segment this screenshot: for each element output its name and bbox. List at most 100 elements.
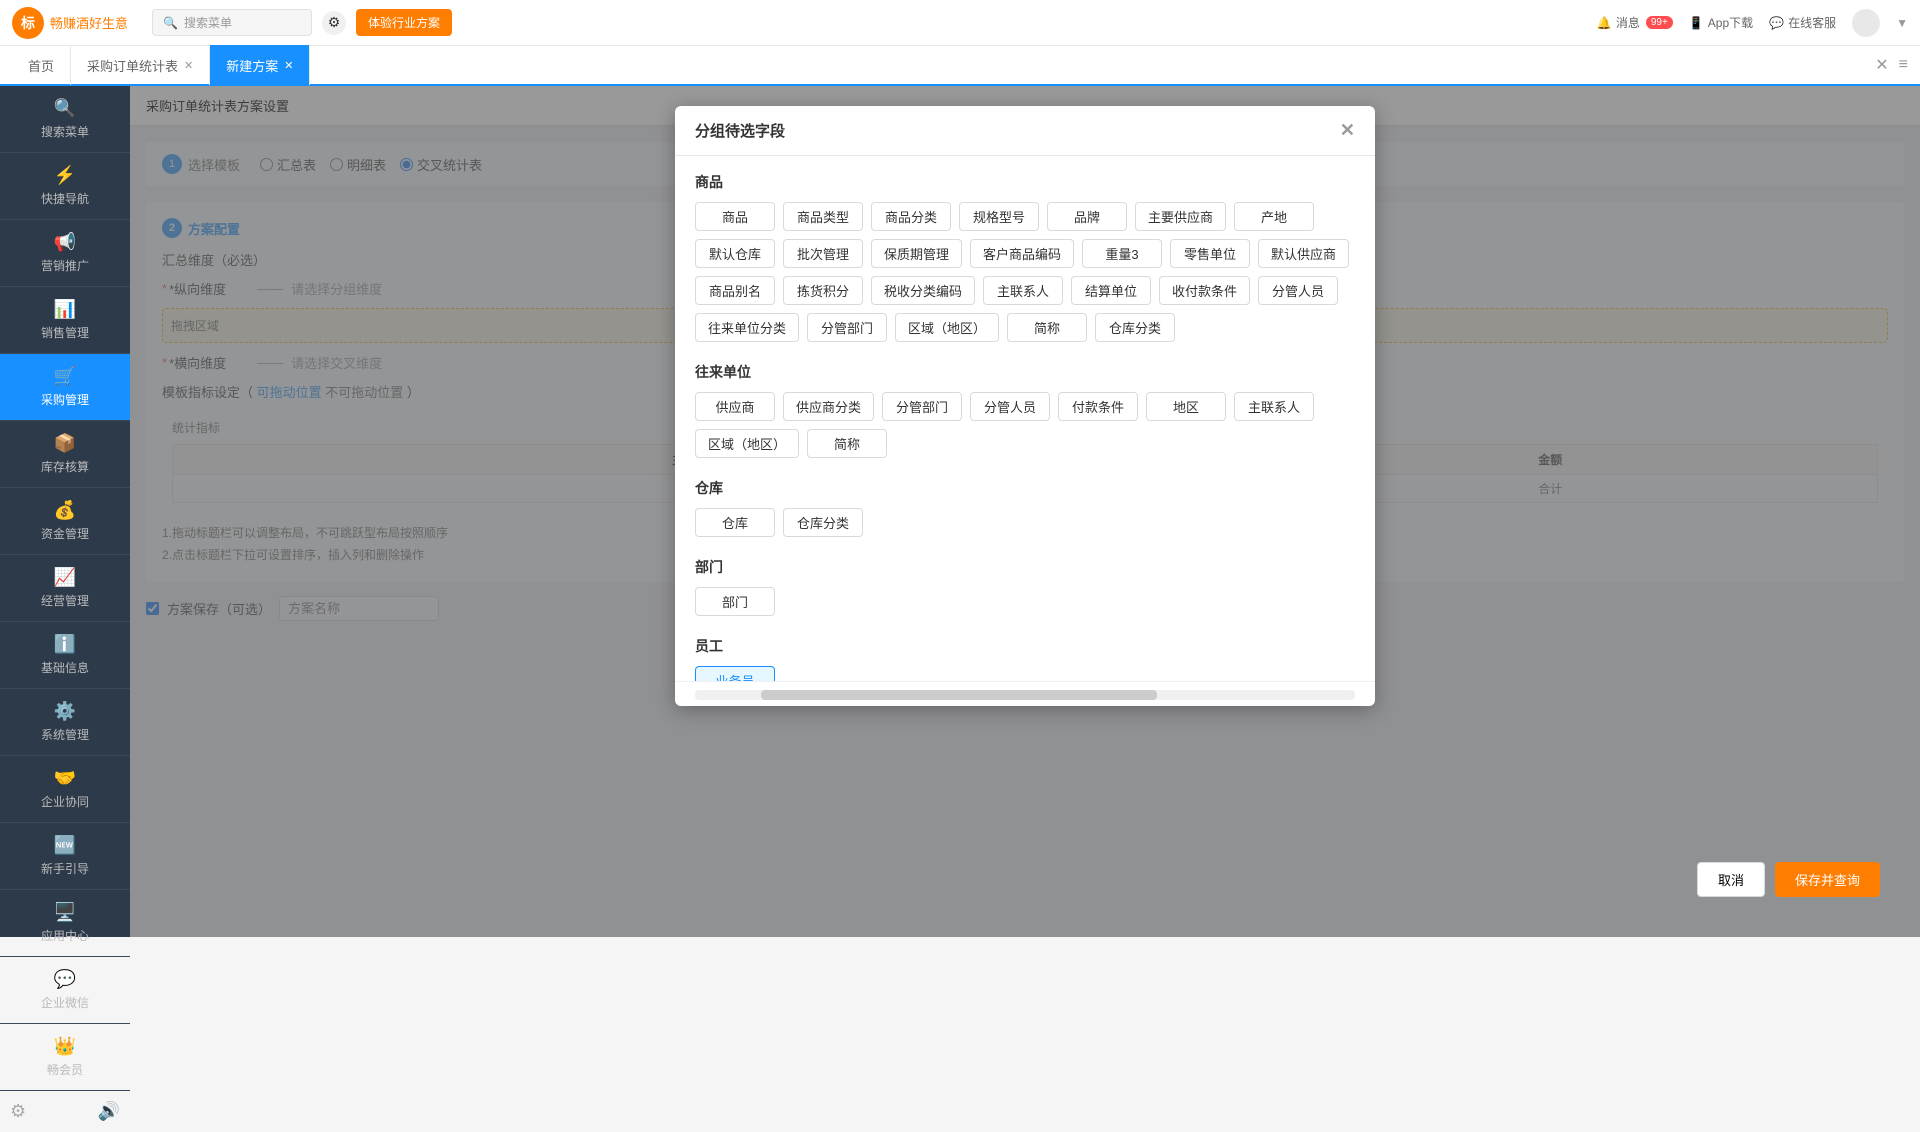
sidebar-item-marketing[interactable]: 📢 营销推广	[0, 220, 130, 287]
sidebar-item-basic[interactable]: ℹ️ 基础信息	[0, 622, 130, 689]
sidebar-item-newuser[interactable]: 🆕 新手引导	[0, 823, 130, 890]
sidebar-item-sales[interactable]: 📊 销售管理	[0, 287, 130, 354]
sidebar-item-quicknav[interactable]: ⚡ 快捷导航	[0, 153, 130, 220]
field-origin[interactable]: 产地	[1234, 202, 1314, 231]
service-icon: 💬	[1769, 16, 1784, 30]
tab-purchase-stats-close[interactable]: ✕	[184, 59, 193, 72]
field-alias[interactable]: 商品别名	[695, 276, 775, 305]
field-settle-unit[interactable]: 结算单位	[1071, 276, 1151, 305]
cancel-button[interactable]: 取消	[1697, 862, 1765, 897]
field-pick-points[interactable]: 拣货积分	[783, 276, 863, 305]
experience-btn[interactable]: 体验行业方案	[356, 9, 452, 36]
section-employee-title: 员工	[695, 636, 1355, 656]
sidebar-volume-icon[interactable]: 🔊	[98, 1101, 120, 1122]
sidebar-item-operation[interactable]: 📈 经营管理	[0, 555, 130, 622]
field-batch-mgmt[interactable]: 批次管理	[783, 239, 863, 268]
field-area[interactable]: 地区	[1146, 392, 1226, 421]
tab-close-all-icon[interactable]: ✕	[1875, 55, 1888, 75]
sidebar-item-search[interactable]: 🔍 搜索菜单	[0, 86, 130, 153]
field-weight[interactable]: 重量3	[1082, 239, 1162, 268]
sidebar-item-appcenter[interactable]: 🖥️ 应用中心	[0, 890, 130, 957]
modal-close-btn[interactable]: ✕	[1340, 120, 1355, 141]
field-manager[interactable]: 分管人员	[1258, 276, 1338, 305]
field-main-supplier[interactable]: 主要供应商	[1135, 202, 1226, 231]
field-department[interactable]: 部门	[695, 587, 775, 616]
field-dept[interactable]: 分管部门	[807, 313, 887, 342]
tab-purchase-stats[interactable]: 采购订单统计表 ✕	[71, 45, 210, 85]
sidebar-item-finance[interactable]: 💰 资金管理	[0, 488, 130, 555]
field-goods-category[interactable]: 商品分类	[871, 202, 951, 231]
sidebar-item-member[interactable]: 👑 畅会员	[0, 1024, 130, 1091]
field-brand[interactable]: 品牌	[1047, 202, 1127, 231]
field-main-contact2[interactable]: 主联系人	[1234, 392, 1314, 421]
field-partner-category[interactable]: 往来单位分类	[695, 313, 799, 342]
main-layout: 🔍 搜索菜单 ⚡ 快捷导航 📢 营销推广 📊 销售管理 🛒 采购管理 📦 库存核…	[0, 86, 1920, 937]
app-download-btn[interactable]: 📱 App下载	[1689, 14, 1753, 31]
field-payment-terms[interactable]: 收付款条件	[1159, 276, 1250, 305]
field-abbr2[interactable]: 简称	[807, 429, 887, 458]
sidebar-item-system[interactable]: ⚙️ 系统管理	[0, 689, 130, 756]
field-abbr[interactable]: 简称	[1007, 313, 1087, 342]
field-region[interactable]: 区域（地区）	[895, 313, 999, 342]
section-department: 部门 部门	[695, 557, 1355, 616]
settings-icon[interactable]: ⚙	[322, 11, 346, 35]
field-warehouse-cat[interactable]: 仓库分类	[1095, 313, 1175, 342]
message-label: 消息	[1616, 14, 1640, 31]
field-wh[interactable]: 仓库	[695, 508, 775, 537]
field-salesperson[interactable]: 业务员	[695, 666, 775, 681]
h-scrollbar[interactable]	[695, 690, 1355, 700]
sidebar-wechat-label: 企业微信	[41, 994, 89, 1011]
field-supplier-cat[interactable]: 供应商分类	[783, 392, 874, 421]
modal-footer: 取消 保存并查询	[1697, 862, 1880, 897]
field-partner-dept[interactable]: 分管部门	[882, 392, 962, 421]
field-pay-terms[interactable]: 付款条件	[1058, 392, 1138, 421]
tab-home-label: 首页	[28, 56, 54, 75]
sidebar-settings-icon[interactable]: ⚙	[10, 1101, 26, 1122]
sidebar-item-collab[interactable]: 🤝 企业协同	[0, 756, 130, 823]
search-bar[interactable]: 🔍 搜索菜单	[152, 9, 312, 36]
app-icon: 📱	[1689, 16, 1704, 30]
tab-new-scheme-close[interactable]: ✕	[284, 59, 293, 72]
message-icon: 🔔	[1597, 16, 1612, 30]
sidebar-basic-label: 基础信息	[41, 659, 89, 676]
tab-new-scheme[interactable]: 新建方案 ✕	[210, 45, 310, 85]
section-warehouse-title: 仓库	[695, 478, 1355, 498]
field-spec-model[interactable]: 规格型号	[959, 202, 1039, 231]
tab-home[interactable]: 首页	[12, 45, 71, 85]
field-goods[interactable]: 商品	[695, 202, 775, 231]
field-region2[interactable]: 区域（地区）	[695, 429, 799, 458]
modal: 分组待选字段 ✕ 商品 商品 商品类型 商品分类 规格型号 品牌 主要供应商	[675, 106, 1375, 706]
sidebar-item-wechat[interactable]: 💬 企业微信	[0, 957, 130, 1024]
sidebar-item-inventory[interactable]: 📦 库存核算	[0, 421, 130, 488]
modal-body[interactable]: 商品 商品 商品类型 商品分类 规格型号 品牌 主要供应商 产地 默认仓库 批次…	[675, 156, 1375, 681]
user-menu-icon[interactable]: ▼	[1896, 16, 1908, 30]
section-goods-title: 商品	[695, 172, 1355, 192]
online-service-btn[interactable]: 💬 在线客服	[1769, 14, 1836, 31]
confirm-button[interactable]: 保存并查询	[1775, 862, 1880, 897]
search-placeholder: 搜索菜单	[184, 14, 232, 31]
field-retail-unit[interactable]: 零售单位	[1170, 239, 1250, 268]
tab-actions: ✕ ≡	[1875, 55, 1908, 75]
sidebar-wechat-icon: 💬	[54, 969, 76, 990]
modal-header: 分组待选字段 ✕	[675, 106, 1375, 156]
tab-purchase-stats-label: 采购订单统计表	[87, 56, 178, 75]
field-tax-code[interactable]: 税收分类编码	[871, 276, 975, 305]
field-main-contact[interactable]: 主联系人	[983, 276, 1063, 305]
sidebar-search-icon: 🔍	[54, 98, 76, 119]
field-default-supplier[interactable]: 默认供应商	[1258, 239, 1349, 268]
field-goods-type[interactable]: 商品类型	[783, 202, 863, 231]
message-btn[interactable]: 🔔 消息 99+	[1597, 14, 1673, 31]
field-supplier[interactable]: 供应商	[695, 392, 775, 421]
field-wh-cat[interactable]: 仓库分类	[783, 508, 863, 537]
sidebar-item-purchase[interactable]: 🛒 采购管理	[0, 354, 130, 421]
field-partner-manager[interactable]: 分管人员	[970, 392, 1050, 421]
field-default-warehouse[interactable]: 默认仓库	[695, 239, 775, 268]
section-department-title: 部门	[695, 557, 1355, 577]
sidebar-finance-icon: 💰	[54, 500, 76, 521]
h-thumb	[761, 690, 1157, 700]
field-customer-code[interactable]: 客户商品编码	[970, 239, 1074, 268]
tab-more-icon[interactable]: ≡	[1899, 56, 1908, 74]
field-shelf-life[interactable]: 保质期管理	[871, 239, 962, 268]
avatar[interactable]	[1852, 9, 1880, 37]
sidebar-appcenter-label: 应用中心	[41, 927, 89, 944]
